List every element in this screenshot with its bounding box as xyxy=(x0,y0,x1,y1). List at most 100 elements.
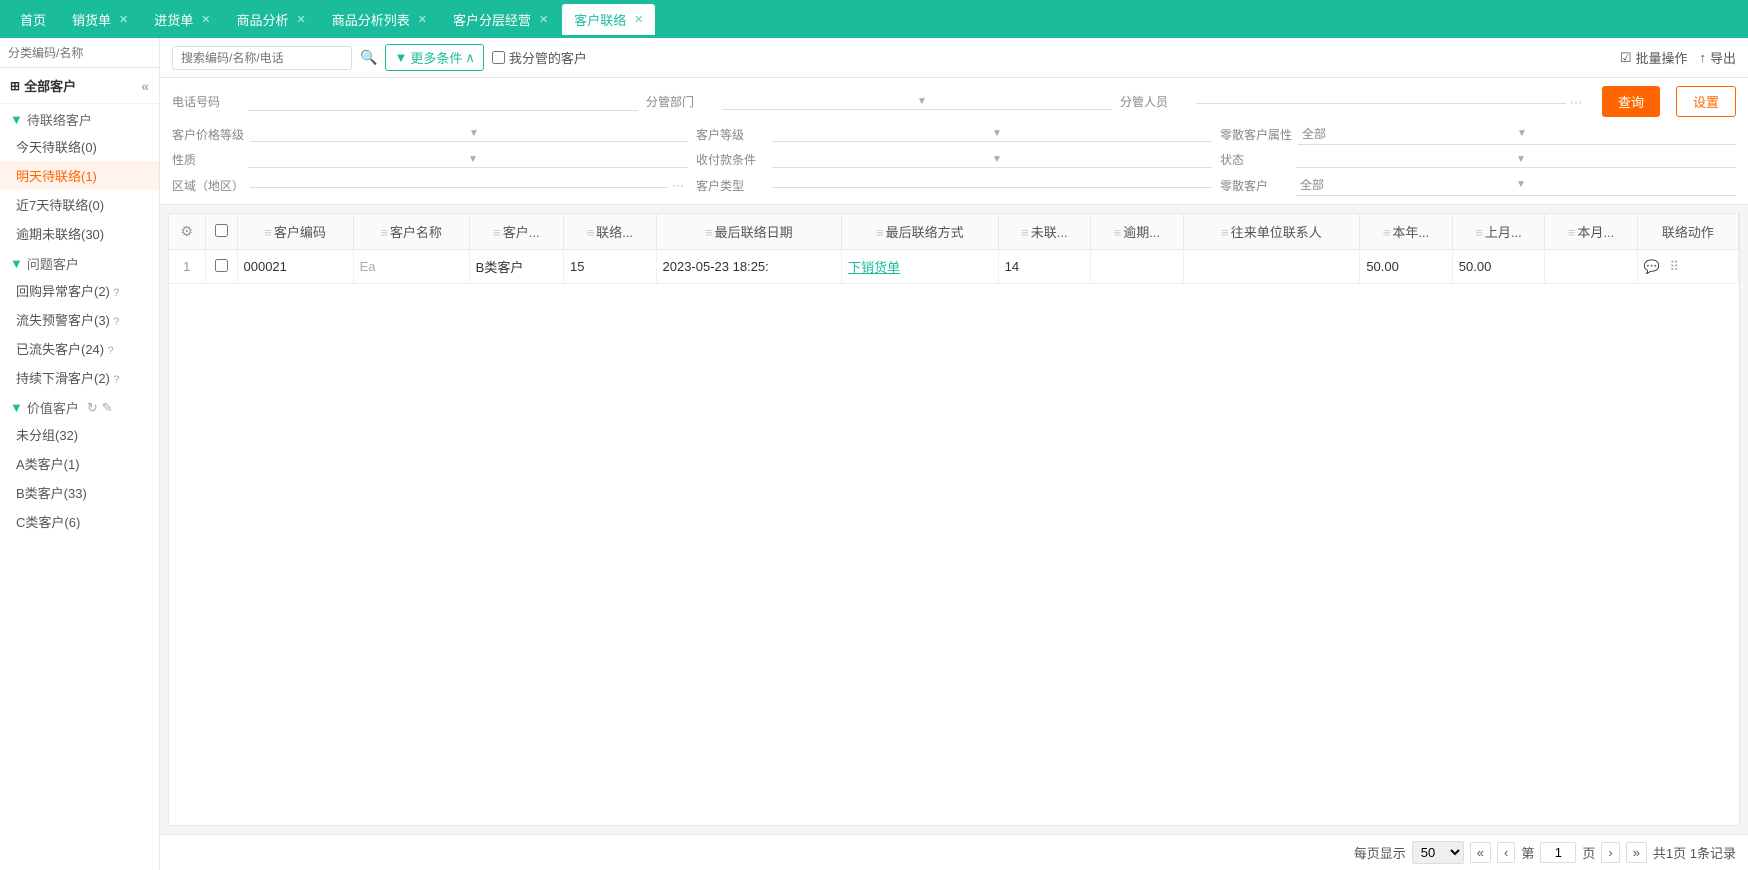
prev-page-btn[interactable]: ‹ xyxy=(1497,842,1515,863)
sidebar-item-declining[interactable]: 持续下滑客户(2) ? xyxy=(0,363,159,392)
sidebar-item-today[interactable]: 今天待联络(0) xyxy=(0,132,159,161)
gender-select[interactable]: ▼ xyxy=(248,152,688,168)
next-page-btn[interactable]: › xyxy=(1601,842,1619,863)
arrow-icon: ▼ xyxy=(10,256,23,271)
nav-sales[interactable]: 销货单 ✕ xyxy=(60,4,140,35)
row-overdue xyxy=(1091,250,1183,284)
col-last-method: ≡最后联络方式 xyxy=(842,214,999,250)
row-customer-type: B类客户 xyxy=(469,250,563,284)
customer-type-select[interactable] xyxy=(772,183,1212,188)
nav-home[interactable]: 首页 xyxy=(8,4,58,35)
payment-select[interactable]: ▼ xyxy=(772,152,1212,168)
export-btn[interactable]: ↑ 导出 xyxy=(1699,48,1736,67)
close-icon[interactable]: ✕ xyxy=(201,13,210,26)
sidebar-item-class-b[interactable]: B类客户(33) xyxy=(0,478,159,507)
nav-purchase[interactable]: 进货单 ✕ xyxy=(142,4,222,35)
manager-more-icon[interactable]: ··· xyxy=(1566,95,1586,109)
region-select[interactable] xyxy=(250,183,668,188)
adv-filter-row-4: 区域（地区） ··· 客户类型 零散客户 全部 ▼ xyxy=(172,174,1736,196)
gender-field: 性质 ▼ xyxy=(172,151,688,168)
page-number-input[interactable] xyxy=(1540,842,1576,863)
more-conditions-btn[interactable]: ▼ 更多条件 ∧ xyxy=(385,44,483,71)
page-label: 第 xyxy=(1521,843,1534,862)
dept-field: 分管部门 ▼ xyxy=(646,93,1112,110)
sidebar-item-tomorrow[interactable]: 明天待联络(1) xyxy=(0,161,159,190)
search-input[interactable] xyxy=(172,46,352,70)
row-unit-contact xyxy=(1183,250,1360,284)
close-icon[interactable]: ✕ xyxy=(418,13,427,26)
last-method-link[interactable]: 下销货单 xyxy=(848,260,900,275)
sidebar-item-lost[interactable]: 已流失客户(24) ? xyxy=(0,334,159,363)
sidebar-item-class-a[interactable]: A类客户(1) xyxy=(0,449,159,478)
row-uncontacted: 14 xyxy=(998,250,1090,284)
row-checkbox[interactable] xyxy=(215,259,228,272)
sidebar-item-overdue[interactable]: 逾期未联络(30) xyxy=(0,219,159,248)
edit-icon[interactable]: ✎ xyxy=(102,400,113,416)
checkbox-icon: ☑ xyxy=(1620,50,1632,66)
nav-customer-tier[interactable]: 客户分层经营 ✕ xyxy=(441,4,560,35)
retail-customer-select[interactable]: 全部 ▼ xyxy=(1296,174,1736,196)
sidebar: 🔍 ⊞ 全部客户 « ▼ 待联络客户 今天待联络(0) 明天待联络(1) 近7天… xyxy=(0,38,160,870)
sidebar-item-lostwarning[interactable]: 流失预警客户(3) ? xyxy=(0,305,159,334)
sidebar-search-bar: 🔍 xyxy=(0,38,159,68)
col-type: ≡客户... xyxy=(469,214,563,250)
manager-field: 分管人员 ··· xyxy=(1120,93,1586,110)
close-icon[interactable]: ✕ xyxy=(634,13,643,26)
col-this-year: ≡本年... xyxy=(1360,214,1452,250)
sidebar-item-ungrouped[interactable]: 未分组(32) xyxy=(0,420,159,449)
info-icon: ? xyxy=(113,287,119,299)
total-records: 共1页 1条记录 xyxy=(1653,843,1736,862)
sidebar-all-customers[interactable]: ⊞ 全部客户 « xyxy=(0,68,159,104)
set-button[interactable]: 设置 xyxy=(1676,86,1736,117)
row-name: Ea xyxy=(353,250,469,284)
nav-analysis[interactable]: 商品分析 ✕ xyxy=(224,4,317,35)
status-select[interactable]: ▼ xyxy=(1296,152,1736,168)
customer-level-select[interactable]: ▼ xyxy=(772,126,1212,142)
data-table: ⚙ ≡客户编码 ≡客户名称 ≡客户... ≡联络... ≡最后联络日期 ≡最后联… xyxy=(168,213,1740,826)
col-unit-contact: ≡往来单位联系人 xyxy=(1183,214,1360,250)
per-page-select[interactable]: 50 100 200 xyxy=(1412,841,1464,864)
main-layout: 🔍 ⊞ 全部客户 « ▼ 待联络客户 今天待联络(0) 明天待联络(1) 近7天… xyxy=(0,38,1748,870)
price-level-select[interactable]: ▼ xyxy=(250,126,688,142)
first-page-btn[interactable]: « xyxy=(1470,842,1491,863)
info-icon: ? xyxy=(107,345,113,357)
close-icon[interactable]: ✕ xyxy=(539,13,548,26)
collapse-icon[interactable]: « xyxy=(141,78,149,94)
filter-icon: ▼ xyxy=(394,50,407,65)
last-page-btn[interactable]: » xyxy=(1626,842,1647,863)
refresh-icon[interactable]: ↻ xyxy=(87,400,98,416)
retail-customer-field: 零散客户 全部 ▼ xyxy=(1220,174,1736,196)
nav-customer-contact[interactable]: 客户联络 ✕ xyxy=(562,4,655,35)
sidebar-search-input[interactable] xyxy=(8,46,160,60)
phone-input[interactable] xyxy=(248,92,638,111)
more-action-icon[interactable]: ⠿ xyxy=(1670,259,1680,274)
select-all-checkbox[interactable] xyxy=(215,224,228,237)
table-footer: 每页显示 50 100 200 « ‹ 第 页 › » 共1页 1条记录 xyxy=(160,834,1748,870)
row-action-cell: 💬 ⠿ xyxy=(1637,250,1738,284)
sidebar-item-repurchase[interactable]: 回购异常客户(2) ? xyxy=(0,276,159,305)
sidebar-item-7days[interactable]: 近7天待联络(0) xyxy=(0,190,159,219)
region-more-icon[interactable]: ··· xyxy=(668,178,688,192)
retail-attr-select[interactable]: 全部 ▼ xyxy=(1298,123,1736,145)
col-uncontacted: ≡未联... xyxy=(998,214,1090,250)
close-icon[interactable]: ✕ xyxy=(119,13,128,26)
query-button[interactable]: 查询 xyxy=(1602,86,1660,117)
table-row: 1 000021 Ea B类客户 15 2023-05-23 18:25: 下销… xyxy=(169,250,1739,284)
customer-level-field: 客户等级 ▼ xyxy=(696,126,1212,143)
batch-ops-btn[interactable]: ☑ 批量操作 xyxy=(1620,48,1688,67)
nav-analysis-list[interactable]: 商品分析列表 ✕ xyxy=(320,4,439,35)
export-icon: ↑ xyxy=(1699,50,1706,65)
gear-icon[interactable]: ⚙ xyxy=(180,223,193,239)
my-customers-checkbox[interactable]: 我分管的客户 xyxy=(492,48,587,67)
section-value-customers: ▼ 价值客户 ↻ ✎ xyxy=(0,392,159,420)
row-checkbox-cell xyxy=(205,250,237,284)
dept-select[interactable]: ▼ xyxy=(722,94,1112,110)
contact-action-icon[interactable]: 💬 xyxy=(1644,259,1660,274)
phone-field: 电话号码 xyxy=(172,92,638,111)
close-icon[interactable]: ✕ xyxy=(297,13,306,26)
chevron-up-icon: ∧ xyxy=(465,50,475,66)
manager-select[interactable] xyxy=(1196,99,1566,104)
sidebar-item-class-c[interactable]: C类客户(6) xyxy=(0,507,159,536)
my-customers-check[interactable] xyxy=(492,51,505,64)
search-button[interactable]: 🔍 xyxy=(360,49,377,66)
